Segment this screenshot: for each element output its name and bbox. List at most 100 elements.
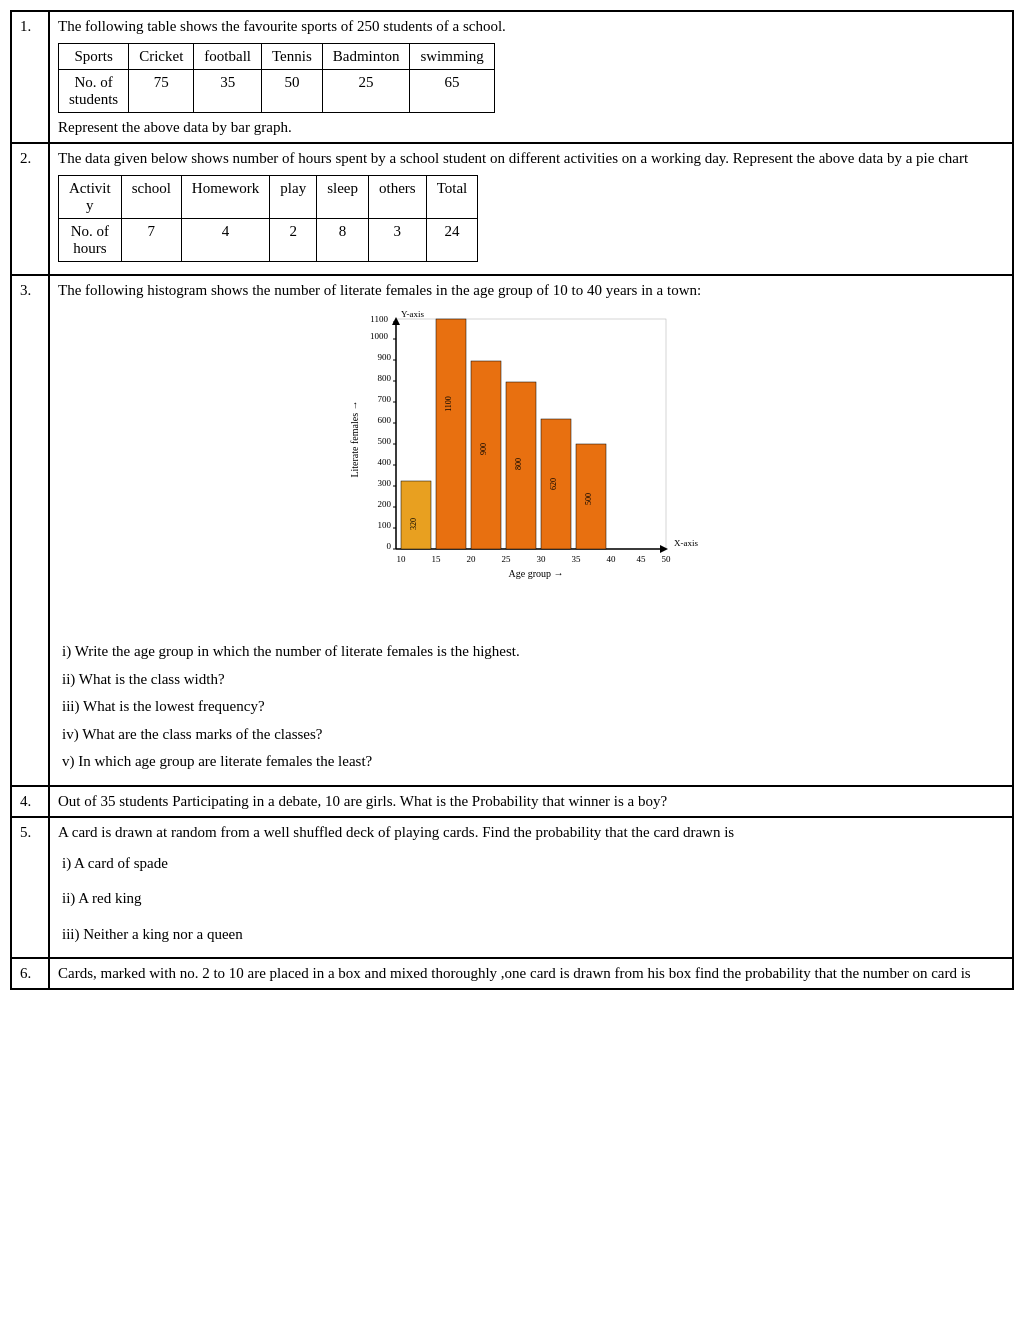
x-axis-marker: X-axis	[674, 538, 698, 548]
svg-text:45: 45	[637, 554, 647, 564]
col-school: school	[121, 176, 181, 219]
cell-cricket-val: 75	[129, 70, 194, 113]
svg-text:15: 15	[432, 554, 442, 564]
col-cricket: Cricket	[129, 44, 194, 70]
row-label-students: No. ofstudents	[59, 70, 129, 113]
q3-sub-iii: iii) What is the lowest frequency?	[62, 694, 1004, 720]
table-row: 1. The following table shows the favouri…	[11, 11, 1013, 143]
question-number-1: 1.	[11, 11, 49, 143]
col-play: play	[270, 176, 317, 219]
histogram-container: Literate females → 0	[341, 309, 721, 629]
svg-text:40: 40	[607, 554, 617, 564]
svg-text:10: 10	[397, 554, 407, 564]
svg-text:700: 700	[378, 394, 392, 404]
svg-text:100: 100	[378, 520, 392, 530]
col-sleep: sleep	[317, 176, 369, 219]
cell-play-val: 2	[270, 219, 317, 262]
row-label-hours: No. ofhours	[59, 219, 122, 262]
col-sports: Sports	[59, 44, 129, 70]
q5-sub-questions: i) A card of spade ii) A red king iii) N…	[62, 851, 1004, 948]
q3-sub-ii: ii) What is the class width?	[62, 667, 1004, 693]
svg-text:0: 0	[387, 541, 392, 551]
q4-text: Out of 35 students Participating in a de…	[58, 793, 1004, 810]
svg-text:1100: 1100	[370, 314, 388, 324]
bar-label-620: 620	[549, 478, 558, 490]
cell-swimming-val: 65	[410, 70, 494, 113]
svg-text:200: 200	[378, 499, 392, 509]
svg-text:50: 50	[662, 554, 672, 564]
q5-sub-i: i) A card of spade	[62, 851, 1004, 877]
q6-text: Cards, marked with no. 2 to 10 are place…	[58, 965, 1004, 982]
question-1-content: The following table shows the favourite …	[49, 11, 1013, 143]
page: 1. The following table shows the favouri…	[0, 0, 1024, 1000]
question-6-content: Cards, marked with no. 2 to 10 are place…	[49, 958, 1013, 989]
table-row: 2. The data given below shows number of …	[11, 143, 1013, 275]
bar-label-800: 800	[514, 458, 523, 470]
svg-text:400: 400	[378, 457, 392, 467]
x-tick-labels: 10 15 20 25 30 35 40 45 50	[397, 554, 672, 564]
cell-others-val: 3	[369, 219, 427, 262]
bar-label-320: 320	[409, 518, 418, 530]
q1-table: Sports Cricket football Tennis Badminton…	[58, 43, 495, 113]
y-axis-header: Y-axis	[401, 309, 424, 319]
x-axis-title: Age group →	[509, 568, 564, 579]
bar-10-15	[401, 481, 431, 549]
col-tennis: Tennis	[261, 44, 322, 70]
table-row: 4. Out of 35 students Participating in a…	[11, 786, 1013, 817]
q5-sub-ii: ii) A red king	[62, 886, 1004, 912]
cell-total-val: 24	[426, 219, 478, 262]
svg-text:500: 500	[378, 436, 392, 446]
question-5-content: A card is drawn at random from a well sh…	[49, 817, 1013, 959]
svg-text:600: 600	[378, 415, 392, 425]
histogram-svg: Literate females → 0	[346, 309, 716, 629]
bar-label-900: 900	[479, 443, 488, 455]
question-2-content: The data given below shows number of hou…	[49, 143, 1013, 275]
y-tick-labels: 0 100 200 300 400 500	[370, 314, 396, 551]
q3-sub-iv: iv) What are the class marks of the clas…	[62, 722, 1004, 748]
col-homework: Homework	[181, 176, 270, 219]
q3-sub-questions: i) Write the age group in which the numb…	[62, 639, 1004, 775]
bar-label-1100: 1100	[444, 396, 453, 412]
bar-15-20	[436, 319, 466, 549]
cell-school-val: 7	[121, 219, 181, 262]
q3-sub-i: i) Write the age group in which the numb…	[62, 639, 1004, 665]
cell-tennis-val: 50	[261, 70, 322, 113]
table-row: 5. A card is drawn at random from a well…	[11, 817, 1013, 959]
col-activity: Activity	[59, 176, 122, 219]
svg-text:900: 900	[378, 352, 392, 362]
col-others: others	[369, 176, 427, 219]
question-3-content: The following histogram shows the number…	[49, 275, 1013, 786]
question-number-3: 3.	[11, 275, 49, 786]
col-football: football	[194, 44, 262, 70]
question-number-6: 6.	[11, 958, 49, 989]
bar-label-500: 500	[584, 493, 593, 505]
y-axis-title: Literate females →	[349, 400, 360, 477]
cell-football-val: 35	[194, 70, 262, 113]
questions-table: 1. The following table shows the favouri…	[10, 10, 1014, 990]
svg-text:35: 35	[572, 554, 582, 564]
q1-intro: The following table shows the favourite …	[58, 18, 1004, 35]
question-number-2: 2.	[11, 143, 49, 275]
table-row: 3. The following histogram shows the num…	[11, 275, 1013, 786]
q5-sub-iii: iii) Neither a king nor a queen	[62, 922, 1004, 948]
svg-text:1000: 1000	[370, 331, 389, 341]
svg-text:20: 20	[467, 554, 477, 564]
cell-sleep-val: 8	[317, 219, 369, 262]
question-4-content: Out of 35 students Participating in a de…	[49, 786, 1013, 817]
col-badminton: Badminton	[322, 44, 410, 70]
cell-homework-val: 4	[181, 219, 270, 262]
table-row: 6. Cards, marked with no. 2 to 10 are pl…	[11, 958, 1013, 989]
q2-table: Activity school Homework play sleep othe…	[58, 175, 478, 262]
col-total: Total	[426, 176, 478, 219]
col-swimming: swimming	[410, 44, 494, 70]
svg-text:300: 300	[378, 478, 392, 488]
svg-text:25: 25	[502, 554, 512, 564]
svg-text:30: 30	[537, 554, 547, 564]
q1-instruction: Represent the above data by bar graph.	[58, 119, 1004, 136]
svg-text:800: 800	[378, 373, 392, 383]
question-number-4: 4.	[11, 786, 49, 817]
cell-badminton-val: 25	[322, 70, 410, 113]
q2-intro: The data given below shows number of hou…	[58, 150, 1004, 167]
question-number-5: 5.	[11, 817, 49, 959]
q3-sub-v: v) In which age group are literate femal…	[62, 749, 1004, 775]
